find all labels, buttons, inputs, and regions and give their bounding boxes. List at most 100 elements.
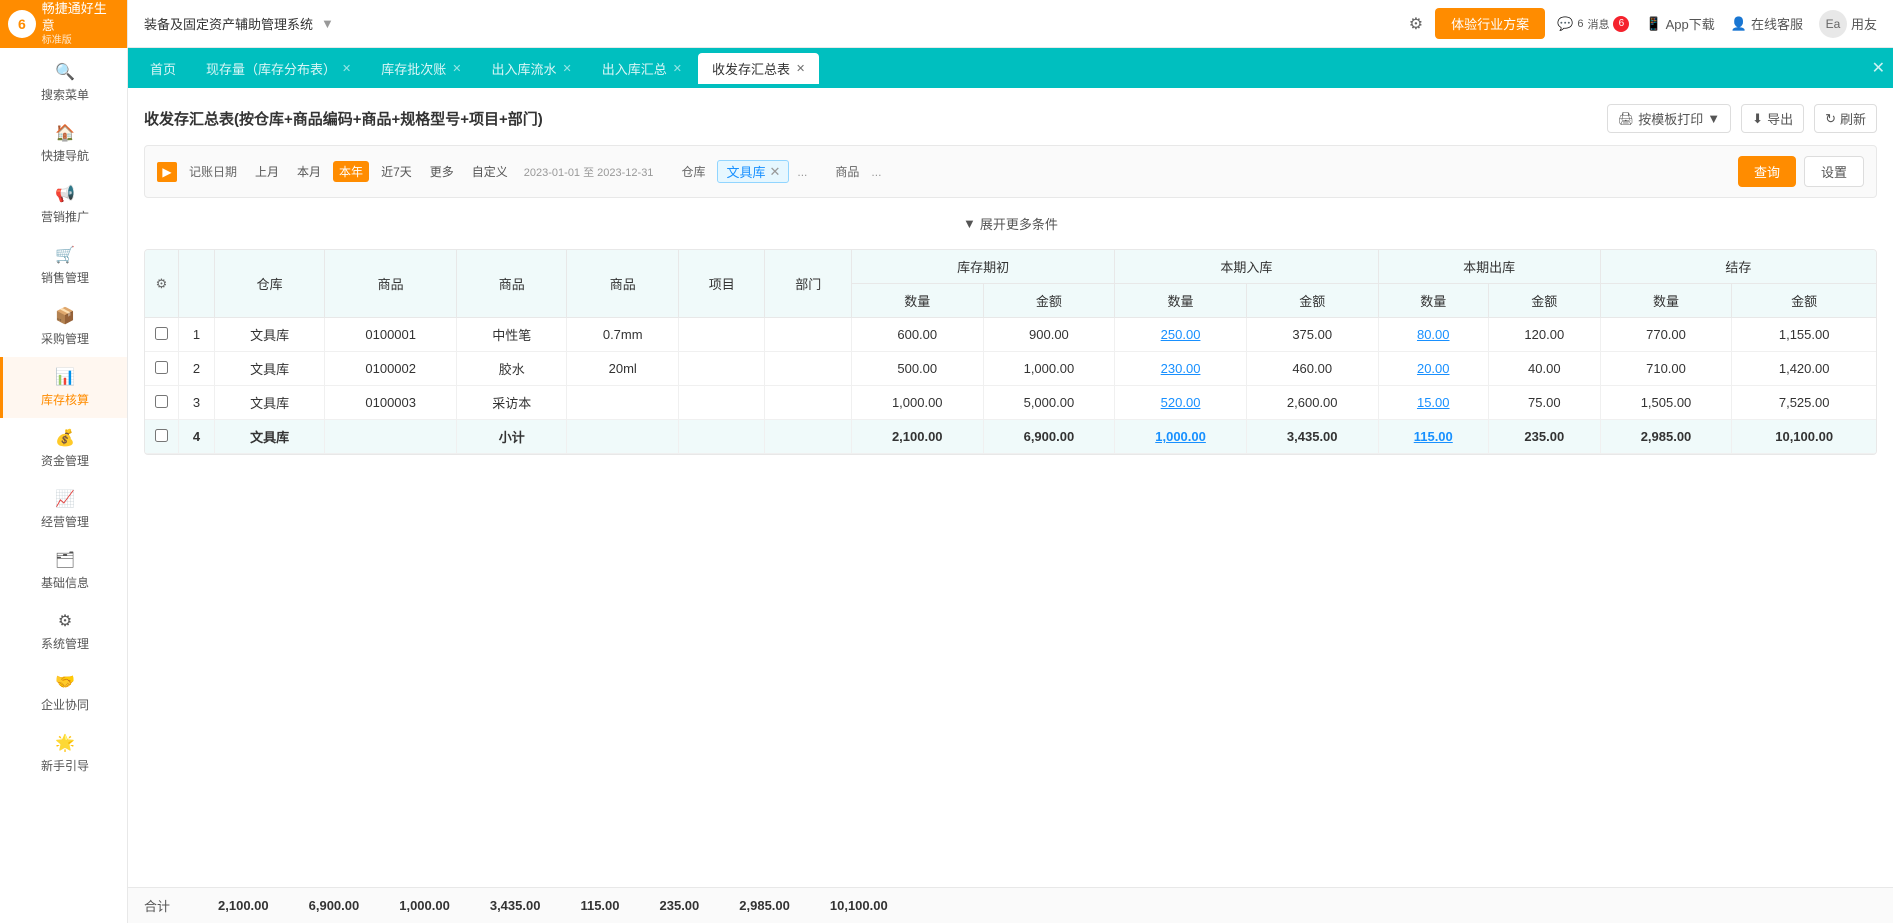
row-in-amt: 2,600.00 bbox=[1246, 386, 1378, 420]
date-btn-this-month[interactable]: 本月 bbox=[291, 161, 327, 182]
tab-close-batch[interactable]: ✕ bbox=[452, 62, 461, 75]
row-checkbox[interactable] bbox=[145, 420, 179, 454]
chevron-down-icon: ▼ bbox=[963, 216, 976, 231]
export-button[interactable]: ⬇ 导出 bbox=[1741, 104, 1804, 133]
filter-settings-button[interactable]: 设置 bbox=[1804, 156, 1864, 187]
settings-gear-icon[interactable]: ⚙ bbox=[1409, 14, 1423, 34]
logo-text: 畅捷通好生意 标准版 bbox=[42, 1, 119, 48]
system-icon: ⚙ bbox=[58, 611, 72, 631]
date-filter-label: 记账日期 bbox=[189, 163, 237, 180]
dropdown-icon: ▼ bbox=[321, 16, 334, 31]
row-out-qty[interactable]: 115.00 bbox=[1378, 420, 1488, 454]
expand-conditions-button[interactable]: ▼ 展开更多条件 bbox=[144, 210, 1877, 237]
row-out-amt: 235.00 bbox=[1488, 420, 1600, 454]
service-icon: 👤 bbox=[1731, 16, 1747, 32]
row-checkbox[interactable] bbox=[145, 318, 179, 352]
inventory-icon: 📊 bbox=[55, 367, 75, 387]
date-options: 上月 本月 本年 近7天 更多 自定义 2023-01-01 至 2023-12… bbox=[249, 161, 653, 182]
tab-close-summary-inout[interactable]: ✕ bbox=[673, 62, 682, 75]
sidebar-item-guide[interactable]: 🌟 新手引导 bbox=[0, 723, 127, 784]
app-download-button[interactable]: 📱 App下载 bbox=[1645, 14, 1714, 33]
tab-collect-summary[interactable]: 收发存汇总表 ✕ bbox=[698, 53, 819, 84]
guide-icon: 🌟 bbox=[55, 733, 75, 753]
row-out-qty[interactable]: 20.00 bbox=[1378, 352, 1488, 386]
sidebar-item-operation[interactable]: 📈 经营管理 bbox=[0, 479, 127, 540]
row-warehouse: 文具库 bbox=[215, 318, 325, 352]
row-out-qty[interactable]: 80.00 bbox=[1378, 318, 1488, 352]
warehouse-more-button[interactable]: ... bbox=[797, 165, 807, 179]
row-checkbox[interactable] bbox=[145, 386, 179, 420]
th-bal-qty: 数量 bbox=[1600, 284, 1732, 318]
tab-close-flow[interactable]: ✕ bbox=[563, 62, 572, 75]
sidebar-item-system[interactable]: ⚙ 系统管理 bbox=[0, 601, 127, 662]
row-in-qty[interactable]: 1,000.00 bbox=[1115, 420, 1247, 454]
date-btn-this-year[interactable]: 本年 bbox=[333, 161, 369, 182]
row-name: 中性笔 bbox=[457, 318, 567, 352]
row-in-qty[interactable]: 520.00 bbox=[1115, 386, 1247, 420]
row-spec: 20ml bbox=[567, 352, 679, 386]
row-in-qty[interactable]: 250.00 bbox=[1115, 318, 1247, 352]
sidebar-item-inventory[interactable]: 📊 库存核算 bbox=[0, 357, 127, 418]
date-btn-7days[interactable]: 近7天 bbox=[375, 161, 418, 182]
row-no: 4 bbox=[179, 420, 215, 454]
user-menu[interactable]: Ea 用友 bbox=[1819, 10, 1877, 38]
product-more-button[interactable]: ... bbox=[871, 165, 881, 179]
th-settings[interactable]: ⚙ bbox=[145, 250, 179, 318]
sidebar-logo: 6 畅捷通好生意 标准版 bbox=[0, 0, 127, 48]
sidebar-item-marketing[interactable]: 📢 营销推广 bbox=[0, 174, 127, 235]
experience-button[interactable]: 体验行业方案 bbox=[1435, 8, 1545, 39]
main-area: 装备及固定资产辅助管理系统 ▼ ⚙ 体验行业方案 💬 6 消息 6 📱 App下… bbox=[128, 0, 1893, 923]
row-checkbox[interactable] bbox=[145, 352, 179, 386]
sidebar-item-cooperation[interactable]: 🤝 企业协同 bbox=[0, 662, 127, 723]
warehouse-tag[interactable]: 文具库 ✕ bbox=[717, 160, 789, 183]
query-button[interactable]: 查询 bbox=[1738, 156, 1796, 187]
warehouse-tag-close[interactable]: ✕ bbox=[769, 164, 780, 180]
footer-bal-qty: 2,985.00 bbox=[739, 898, 790, 913]
sidebar-item-search[interactable]: 🔍 搜索菜单 bbox=[0, 52, 127, 113]
sidebar-item-purchase[interactable]: 📦 采购管理 bbox=[0, 296, 127, 357]
purchase-icon: 📦 bbox=[55, 306, 75, 326]
messages-button[interactable]: 💬 6 消息 6 bbox=[1557, 16, 1629, 32]
tab-summary-inout[interactable]: 出入库汇总 ✕ bbox=[588, 53, 696, 84]
row-bal-amt: 1,420.00 bbox=[1732, 352, 1876, 386]
row-in-qty[interactable]: 230.00 bbox=[1115, 352, 1247, 386]
row-warehouse: 文具库 bbox=[215, 352, 325, 386]
row-in-amt: 3,435.00 bbox=[1246, 420, 1378, 454]
warehouse-filter: 文具库 ✕ ... bbox=[717, 160, 807, 183]
tab-batch[interactable]: 库存批次账 ✕ bbox=[367, 53, 475, 84]
date-btn-more[interactable]: 更多 bbox=[424, 161, 460, 182]
row-bal-amt: 10,100.00 bbox=[1732, 420, 1876, 454]
tab-close-collect-summary[interactable]: ✕ bbox=[796, 62, 805, 75]
row-code: 0100003 bbox=[325, 386, 457, 420]
sidebar-item-finance[interactable]: 💰 资金管理 bbox=[0, 418, 127, 479]
date-btn-last-month[interactable]: 上月 bbox=[249, 161, 285, 182]
row-opening-qty: 1,000.00 bbox=[851, 386, 983, 420]
finance-icon: 💰 bbox=[55, 428, 75, 448]
th-warehouse: 仓库 bbox=[215, 250, 325, 318]
basic-icon: 🗂 bbox=[55, 550, 75, 570]
tab-bar-close-button[interactable]: ✕ bbox=[1872, 58, 1885, 78]
th-bal-amt: 金额 bbox=[1732, 284, 1876, 318]
row-bal-amt: 1,155.00 bbox=[1732, 318, 1876, 352]
refresh-button[interactable]: ↻ 刷新 bbox=[1814, 104, 1877, 133]
print-button[interactable]: 🖨 按模板打印 ▼ bbox=[1607, 104, 1731, 133]
sidebar-item-sales[interactable]: 🛒 销售管理 bbox=[0, 235, 127, 296]
row-spec bbox=[567, 420, 679, 454]
column-settings-icon[interactable]: ⚙ bbox=[156, 276, 168, 291]
sidebar-item-quick-nav[interactable]: 🏠 快捷导航 bbox=[0, 113, 127, 174]
row-out-qty[interactable]: 15.00 bbox=[1378, 386, 1488, 420]
row-project bbox=[679, 352, 765, 386]
filter-collapse-button[interactable]: ▶ bbox=[157, 162, 177, 182]
chevron-down-icon: ▼ bbox=[1707, 111, 1720, 126]
sidebar-item-basic[interactable]: 🗂 基础信息 bbox=[0, 540, 127, 601]
row-opening-amt: 6,900.00 bbox=[983, 420, 1115, 454]
online-service-button[interactable]: 👤 在线客服 bbox=[1731, 14, 1803, 33]
tab-flow[interactable]: 出入库流水 ✕ bbox=[477, 53, 585, 84]
date-btn-custom[interactable]: 自定义 bbox=[466, 161, 514, 182]
tab-close-stock-dist[interactable]: ✕ bbox=[342, 62, 351, 75]
row-opening-qty: 600.00 bbox=[851, 318, 983, 352]
row-bal-amt: 7,525.00 bbox=[1732, 386, 1876, 420]
tab-home[interactable]: 首页 bbox=[136, 53, 190, 84]
header-right: 💬 6 消息 6 📱 App下载 👤 在线客服 Ea 用友 bbox=[1557, 10, 1877, 38]
tab-stock-dist[interactable]: 现存量（库存分布表） ✕ bbox=[192, 53, 365, 84]
